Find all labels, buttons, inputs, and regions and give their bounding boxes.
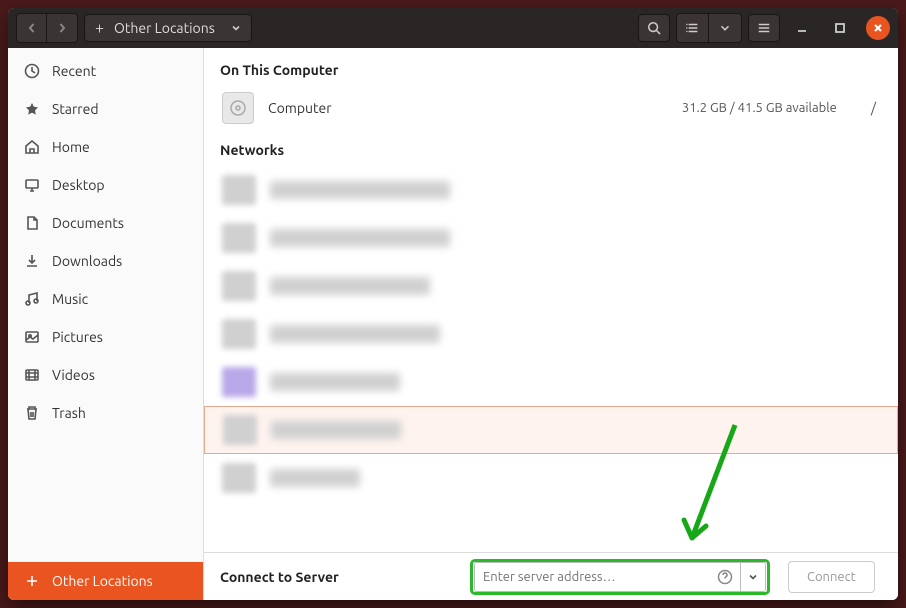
sidebar-item-downloads[interactable]: Downloads [8,242,203,280]
network-item[interactable] [220,310,882,358]
path-label: Other Locations [114,20,215,36]
file-manager-window: + Other Locations [8,8,898,600]
sidebar-item-label: Trash [52,405,86,421]
sidebar-item-trash[interactable]: Trash [8,394,203,432]
titlebar: + Other Locations [8,8,898,48]
forward-button[interactable] [47,14,77,42]
connect-button[interactable]: Connect [788,561,875,593]
close-icon [873,23,883,33]
view-options-button[interactable] [709,14,741,42]
computer-name: Computer [268,100,332,116]
server-address-input[interactable] [474,562,710,592]
network-item[interactable] [220,262,882,310]
view-group [676,13,742,43]
chevron-right-icon [57,23,67,33]
hamburger-menu-button[interactable] [748,14,780,42]
chevron-down-icon [748,572,758,582]
body: Recent Starred Home Desktop Documents Do… [8,48,898,600]
sidebar-item-label: Music [52,291,88,307]
maximize-icon [834,22,846,34]
network-item[interactable] [220,358,882,406]
video-icon [24,367,40,383]
sidebar-item-label: Documents [52,215,124,231]
sidebar-item-other-locations[interactable]: Other Locations [8,562,203,600]
sidebar-item-recent[interactable]: Recent [8,52,203,90]
content: On This Computer Computer 31.2 GB / 41.5… [204,48,898,552]
maximize-button[interactable] [828,16,852,40]
hamburger-icon [757,21,771,35]
sidebar: Recent Starred Home Desktop Documents Do… [8,48,204,600]
connect-to-server-label: Connect to Server [220,569,460,585]
sidebar-item-label: Videos [52,367,95,383]
computer-row[interactable]: Computer 31.2 GB / 41.5 GB available / [220,86,882,130]
sidebar-item-pictures[interactable]: Pictures [8,318,203,356]
server-address-group [470,559,770,595]
chevron-down-icon [231,23,241,33]
list-view-button[interactable] [677,14,709,42]
network-item[interactable] [220,214,882,262]
chevron-left-icon [27,23,37,33]
clock-icon [24,63,40,79]
minimize-button[interactable] [790,16,814,40]
close-button[interactable] [866,16,890,40]
minimize-icon [796,22,808,34]
trash-icon [24,405,40,421]
computer-mount: / [871,100,876,116]
sidebar-item-label: Pictures [52,329,103,345]
list-icon [686,21,700,35]
connect-to-server-bar: Connect to Server Connect [204,552,898,600]
path-bar[interactable]: + Other Locations [84,14,252,42]
server-history-button[interactable] [740,562,766,592]
plus-icon [24,573,40,589]
sidebar-item-home[interactable]: Home [8,128,203,166]
help-icon [717,569,733,585]
plus-icon: + [95,19,104,37]
sidebar-item-label: Home [52,139,90,155]
sidebar-item-label: Recent [52,63,96,79]
sidebar-item-label: Desktop [52,177,105,193]
network-item-highlighted[interactable] [204,406,898,454]
network-item[interactable] [220,454,882,502]
desktop-icon [24,177,40,193]
search-icon [647,21,661,35]
disk-icon [222,92,254,124]
server-help-button[interactable] [710,562,740,592]
sidebar-item-starred[interactable]: Starred [8,90,203,128]
section-on-this-computer: On This Computer [220,62,882,78]
star-icon [24,101,40,117]
network-item[interactable] [220,166,882,214]
download-icon [24,253,40,269]
document-icon [24,215,40,231]
nav-group [16,13,78,43]
network-list [220,166,882,502]
sidebar-item-music[interactable]: Music [8,280,203,318]
computer-available: 31.2 GB / 41.5 GB available [682,101,837,115]
picture-icon [24,329,40,345]
sidebar-item-label: Downloads [52,253,122,269]
sidebar-item-desktop[interactable]: Desktop [8,166,203,204]
main: On This Computer Computer 31.2 GB / 41.5… [204,48,898,600]
music-icon [24,291,40,307]
sidebar-item-label: Starred [52,101,99,117]
sidebar-item-documents[interactable]: Documents [8,204,203,242]
sidebar-item-label: Other Locations [52,573,153,589]
search-button[interactable] [638,14,670,42]
section-networks: Networks [220,142,882,158]
back-button[interactable] [17,14,47,42]
sidebar-item-videos[interactable]: Videos [8,356,203,394]
home-icon [24,139,40,155]
chevron-down-icon [718,21,732,35]
